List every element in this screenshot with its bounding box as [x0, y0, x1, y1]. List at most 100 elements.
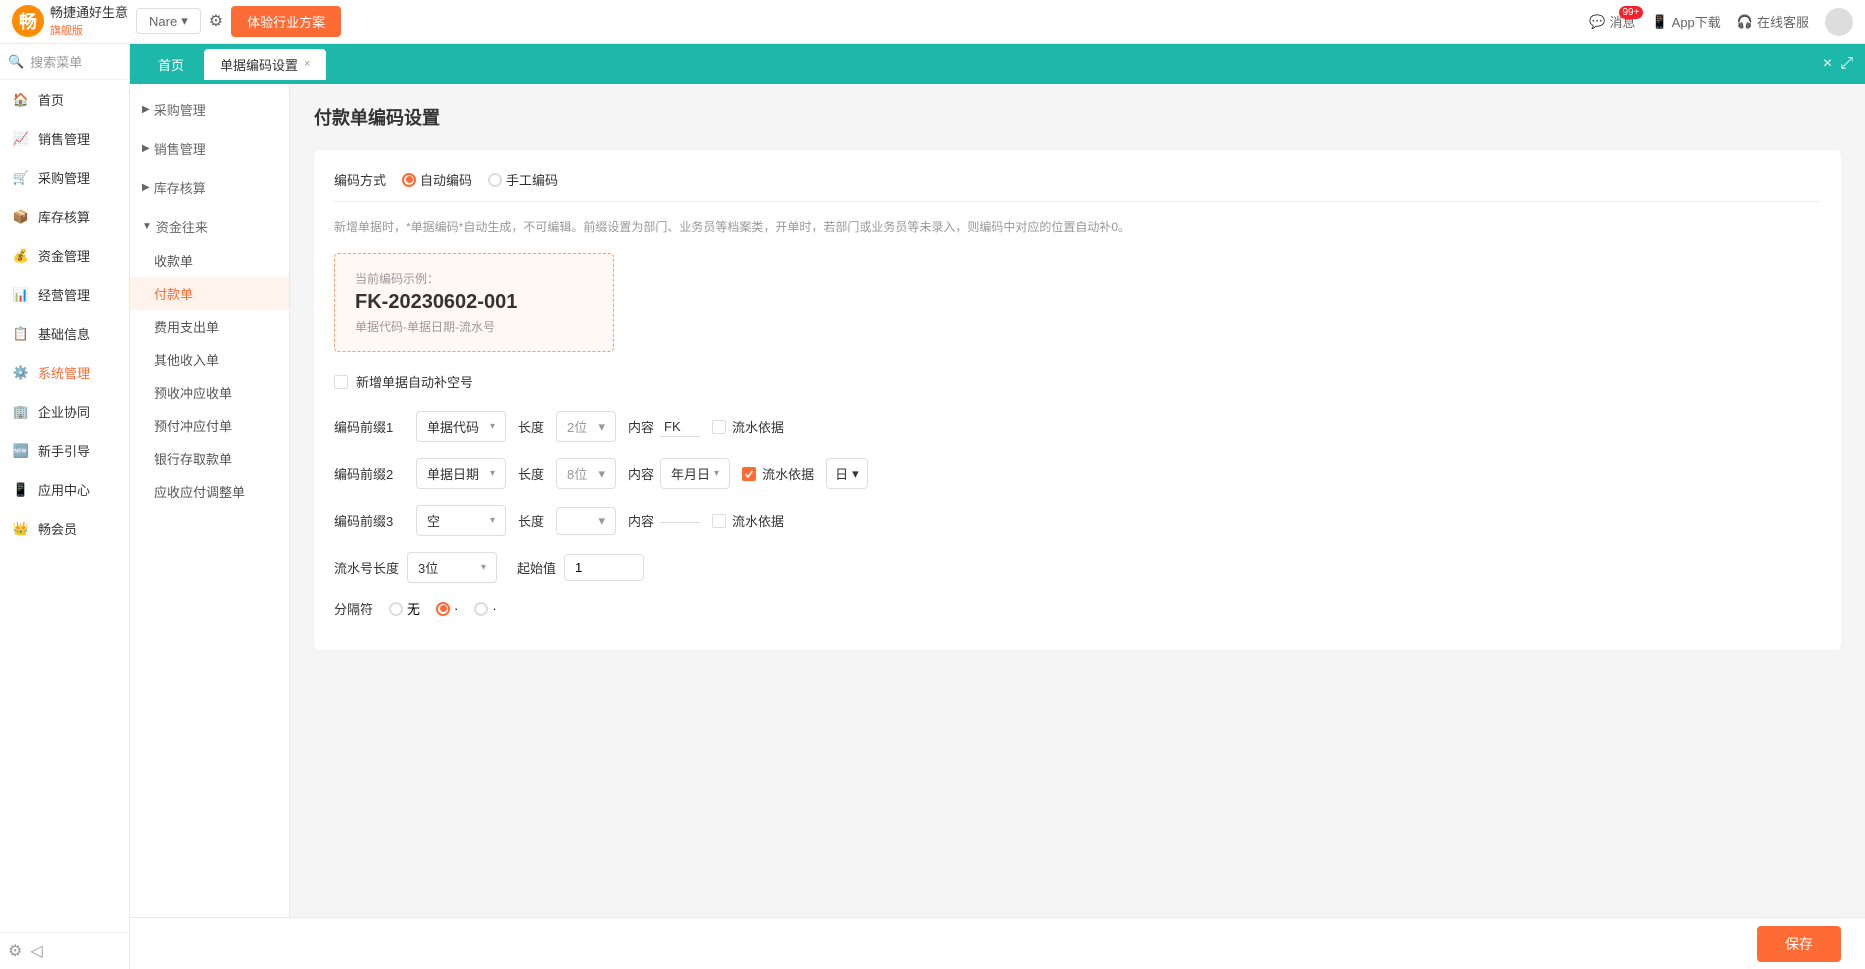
stream3-checkbox[interactable] — [712, 514, 726, 528]
auto-encode-label: 自动编码 — [420, 170, 472, 189]
content-area: 首页 单据编码设置 × × ⤢ ▶ 采购管理 — [130, 44, 1865, 969]
sidebar-item-finance[interactable]: 💰 资金管理 — [0, 236, 129, 275]
search-menu[interactable]: 🔍 搜索菜单 — [0, 44, 129, 80]
length2-input[interactable]: 8位 ▾ — [556, 458, 616, 489]
menu-item-adjustment[interactable]: 应收应付调整单 — [130, 475, 289, 508]
tab-close-icon[interactable]: × — [304, 58, 310, 70]
auto-fill-checkbox[interactable] — [334, 375, 348, 389]
start-value-input[interactable] — [564, 554, 644, 581]
menu-item-receipt[interactable]: 收款单 — [130, 244, 289, 277]
content3-section: 内容 — [628, 511, 700, 530]
avatar[interactable] — [1825, 8, 1853, 36]
menu-group-purchase-title[interactable]: ▶ 采购管理 — [130, 92, 289, 127]
length1-label: 长度 — [518, 417, 544, 436]
sep-none-label: 无 — [407, 599, 420, 618]
serial-length-item: 流水号长度 3位 ▾ — [334, 552, 497, 583]
content1-label: 内容 — [628, 417, 654, 436]
sidebar-item-operations[interactable]: 📊 经营管理 — [0, 275, 129, 314]
sidebar-item-home[interactable]: 🏠 首页 — [0, 80, 129, 119]
dropdown-button[interactable]: Nare ▾ — [136, 8, 201, 34]
stream1-checkbox[interactable] — [712, 420, 726, 434]
sidebar-item-enterprise[interactable]: 🏢 企业协同 — [0, 392, 129, 431]
menu-item-payment[interactable]: 付款单 — [130, 277, 289, 310]
finance-group-label: 资金往来 — [156, 217, 208, 236]
length2-label: 长度 — [518, 464, 544, 483]
menu-item-pre-payable[interactable]: 预付冲应付单 — [130, 409, 289, 442]
sidebar-label-purchase: 采购管理 — [38, 168, 90, 187]
sidebar-item-newguide[interactable]: 🆕 新手引导 — [0, 431, 129, 470]
tab-home[interactable]: 首页 — [142, 49, 200, 80]
tab-maximize-button[interactable]: ⤢ — [1840, 55, 1853, 73]
sidebar-item-basics[interactable]: 📋 基础信息 — [0, 314, 129, 353]
serial-length-select[interactable]: 3位 ▾ — [407, 552, 497, 583]
sidebar-label-finance: 资金管理 — [38, 246, 90, 265]
menu-group-finance: ▼ 资金往来 收款单 付款单 费用支出单 其他收入单 预收冲应收单 预付冲应付单… — [130, 209, 289, 508]
sep-none-option[interactable]: 无 — [389, 599, 420, 618]
sidebar-item-purchase[interactable]: 🛒 采购管理 — [0, 158, 129, 197]
stream2-checkbox[interactable] — [742, 467, 756, 481]
prefix3-select[interactable]: 空 ▾ — [416, 505, 506, 536]
collapse-button[interactable]: ◁ — [30, 941, 42, 961]
sidebar-item-sales[interactable]: 📈 销售管理 — [0, 119, 129, 158]
save-button[interactable]: 保存 — [1757, 926, 1841, 962]
tab-minimize-button[interactable]: × — [1823, 55, 1832, 73]
sidebar-item-appcenter[interactable]: 📱 应用中心 — [0, 470, 129, 509]
content1-value: FK — [660, 417, 700, 437]
sidebar-item-member[interactable]: 👑 畅会员 — [0, 509, 129, 548]
app-download-item[interactable]: 📱 App下载 — [1651, 12, 1720, 31]
chevron-down-icon: ▾ — [714, 468, 719, 479]
radio-auto[interactable]: 自动编码 — [402, 170, 472, 189]
industry-button[interactable]: 体验行业方案 — [231, 6, 341, 37]
length1-value: 2位 — [567, 417, 587, 436]
radio-auto-inner — [406, 176, 413, 183]
gear-button[interactable]: ⚙ — [209, 11, 223, 31]
menu-group-purchase: ▶ 采购管理 — [130, 92, 289, 127]
menu-item-other-income[interactable]: 其他收入单 — [130, 343, 289, 376]
sep-dash-option[interactable]: · — [474, 599, 496, 618]
sidebar-label-inventory: 库存核算 — [38, 207, 90, 226]
sidebar-label-operations: 经营管理 — [38, 285, 90, 304]
online-service-item[interactable]: 🎧 在线客服 — [1737, 12, 1809, 31]
sub-content: ▶ 采购管理 ▶ 销售管理 ▶ 库存核算 — [130, 84, 1865, 917]
menu-group-finance-title[interactable]: ▼ 资金往来 — [130, 209, 289, 244]
serial-length-label: 流水号长度 — [334, 558, 399, 577]
main-layout: 🔍 搜索菜单 🏠 首页 📈 销售管理 🛒 采购管理 📦 库存核算 💰 — [0, 44, 1865, 969]
logo-sub: 旗舰版 — [50, 22, 128, 38]
settings-bottom-button[interactable]: ⚙ — [8, 941, 22, 961]
message-item[interactable]: 💬 消息 99+ — [1589, 12, 1635, 31]
sidebar-item-inventory[interactable]: 📦 库存核算 — [0, 197, 129, 236]
tab-bar-left: 首页 单据编码设置 × — [142, 49, 326, 80]
arrow-right-icon: ▶ — [142, 104, 150, 115]
prefix-row-1: 编码前缀1 单据代码 ▾ 长度 2位 ▾ 内容 FK — [334, 411, 1821, 442]
day-select[interactable]: 日 ▾ — [826, 458, 868, 489]
logo-text-area: 畅捷通好生意 旗舰版 — [50, 5, 128, 38]
arrow-right-icon: ▶ — [142, 143, 150, 154]
tip-text: 新增单据时，*单据编码*自动生成，不可编辑。前缀设置为部门、业务员等档案类，开单… — [334, 218, 1821, 237]
top-bar-right: 💬 消息 99+ 📱 App下载 🎧 在线客服 — [1589, 8, 1853, 36]
content2-value: 年月日 — [671, 464, 710, 483]
menu-item-expense[interactable]: 费用支出单 — [130, 310, 289, 343]
menu-item-bank[interactable]: 银行存取款单 — [130, 442, 289, 475]
prefix1-select[interactable]: 单据代码 ▾ — [416, 411, 506, 442]
tab-bar: 首页 单据编码设置 × × ⤢ — [130, 44, 1865, 84]
sidebar-label-system: 系统管理 — [38, 363, 90, 382]
sidebar-label-newguide: 新手引导 — [38, 441, 90, 460]
prefix2-select[interactable]: 单据日期 ▾ — [416, 458, 506, 489]
content2-select[interactable]: 年月日 ▾ — [660, 458, 730, 489]
menu-group-inventory-title[interactable]: ▶ 库存核算 — [130, 170, 289, 205]
tab-current[interactable]: 单据编码设置 × — [204, 49, 326, 80]
sep-dot-option[interactable]: · — [436, 599, 458, 618]
length1-input[interactable]: 2位 ▾ — [556, 411, 616, 442]
page-content: 付款单编码设置 编码方式 自动编码 — [290, 84, 1865, 917]
sidebar-item-system[interactable]: ⚙️ 系统管理 — [0, 353, 129, 392]
chevron-down-icon: ▾ — [490, 515, 495, 526]
logo-icon: 畅 — [12, 5, 44, 37]
chevron-down-icon: ▾ — [598, 466, 605, 482]
logo-area: 畅 畅捷通好生意 旗舰版 — [12, 5, 128, 38]
length3-input[interactable]: ▾ — [556, 507, 616, 535]
menu-group-sales-title[interactable]: ▶ 销售管理 — [130, 131, 289, 166]
menu-item-pre-receivable[interactable]: 预收冲应收单 — [130, 376, 289, 409]
radio-manual[interactable]: 手工编码 — [488, 170, 558, 189]
content2-label: 内容 — [628, 464, 654, 483]
sidebar-bottom: ⚙ ◁ — [0, 932, 129, 969]
